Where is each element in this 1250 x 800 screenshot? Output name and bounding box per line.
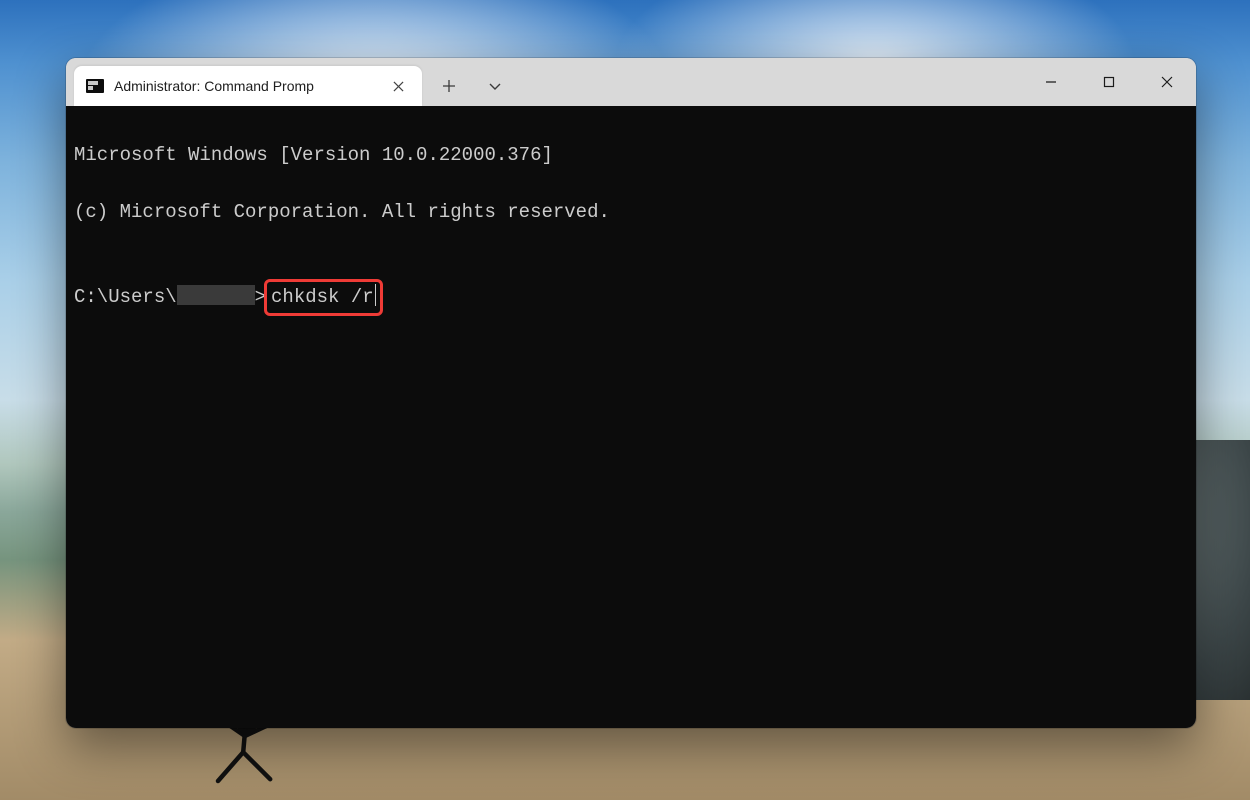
command-prompt-icon (86, 79, 104, 93)
terminal-output-line: (c) Microsoft Corporation. All rights re… (74, 198, 1188, 227)
prompt-prefix: C:\Users\ (74, 286, 177, 308)
redacted-username (177, 285, 255, 305)
window-titlebar[interactable]: Administrator: Command Promp (66, 58, 1196, 106)
terminal-prompt-line: C:\Users\>chkdsk /r (74, 286, 383, 308)
typed-command: chkdsk /r (271, 286, 374, 308)
window-controls (1022, 58, 1196, 106)
terminal-pane[interactable]: Microsoft Windows [Version 10.0.22000.37… (66, 106, 1196, 728)
maximize-icon (1103, 76, 1115, 88)
close-icon (1161, 76, 1173, 88)
minimize-icon (1045, 76, 1057, 88)
chevron-down-icon (488, 79, 502, 93)
terminal-window: Administrator: Command Promp (66, 58, 1196, 728)
terminal-output-line: Microsoft Windows [Version 10.0.22000.37… (74, 141, 1188, 170)
text-cursor (375, 284, 377, 306)
tab-close-button[interactable] (384, 72, 412, 100)
close-icon (393, 81, 404, 92)
tab-title: Administrator: Command Promp (114, 78, 374, 94)
tab-command-prompt[interactable]: Administrator: Command Promp (74, 66, 422, 106)
command-highlight: chkdsk /r (264, 279, 383, 316)
minimize-button[interactable] (1022, 58, 1080, 106)
new-tab-button[interactable] (426, 66, 472, 106)
maximize-button[interactable] (1080, 58, 1138, 106)
close-window-button[interactable] (1138, 58, 1196, 106)
plus-icon (442, 79, 456, 93)
tab-dropdown-button[interactable] (472, 66, 518, 106)
desktop-background: Administrator: Command Promp (0, 0, 1250, 800)
